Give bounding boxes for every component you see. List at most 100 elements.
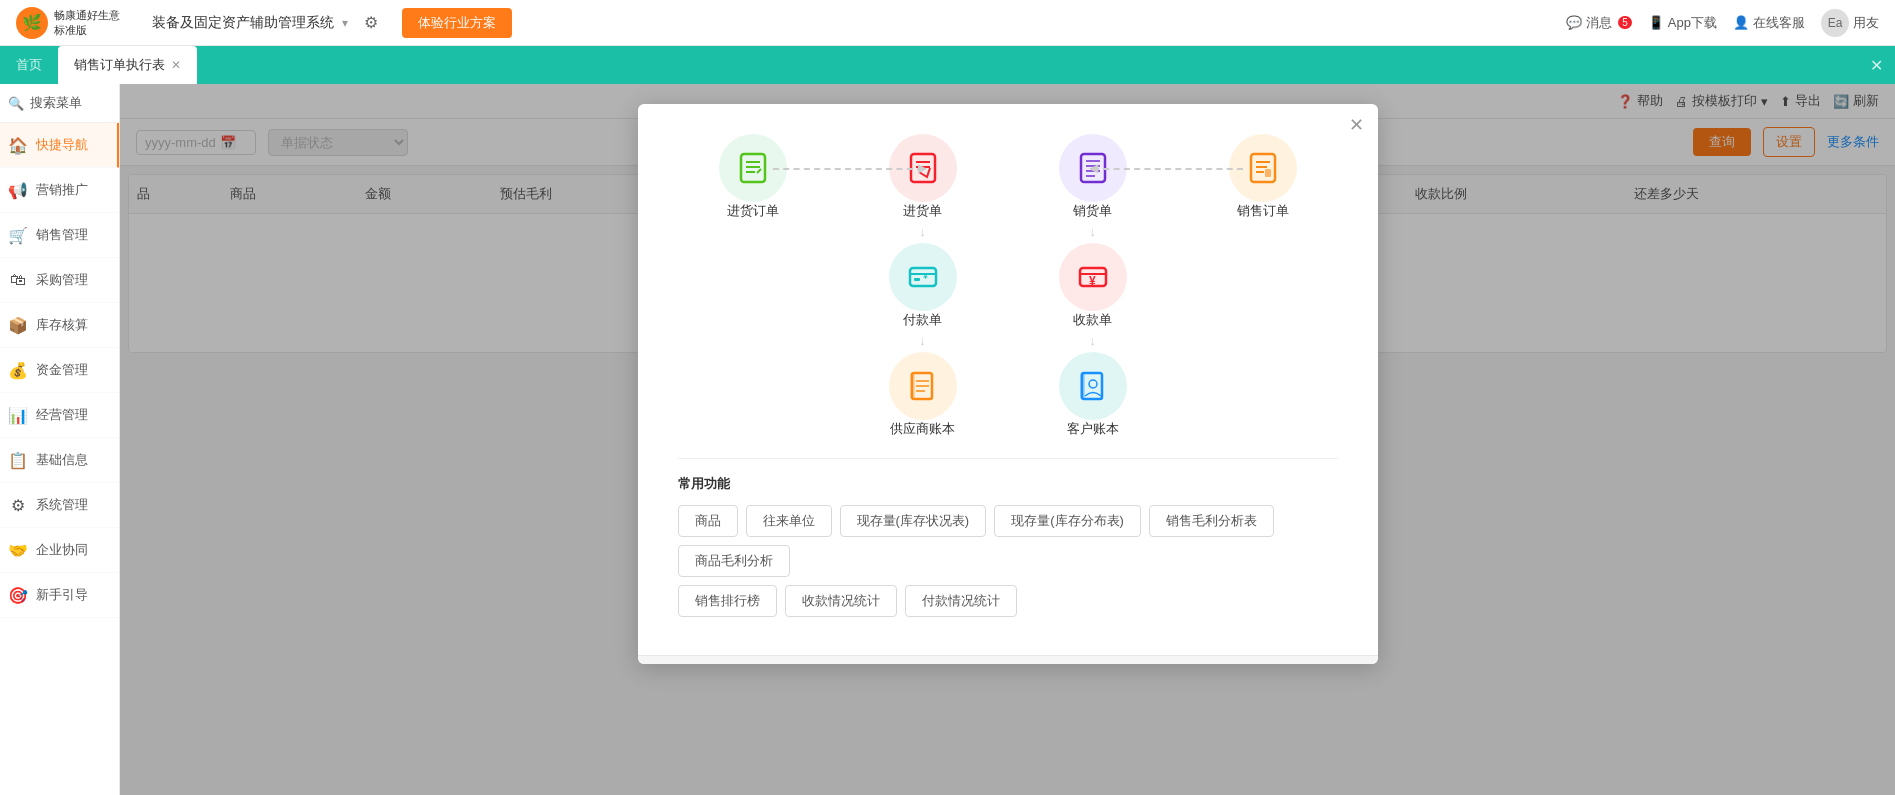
down-arrow-purchase: ↓ — [848, 220, 998, 243]
workflow-node-customer-ledger: 客户账本 — [1018, 352, 1168, 438]
scroll-left-icon[interactable]: ◀ — [658, 662, 666, 664]
tab-sales-order[interactable]: 销售订单执行表 ✕ — [58, 46, 197, 84]
payment-circle[interactable]: ¥ — [889, 243, 957, 311]
receipt-label: 收款单 — [1073, 311, 1112, 329]
home-icon: 🏠 — [8, 135, 28, 155]
func-btn-product-profit[interactable]: 商品毛利分析 — [678, 545, 790, 577]
func-btn-stock-dist[interactable]: 现存量(库存分布表) — [994, 505, 1141, 537]
customer-ledger-circle[interactable] — [1059, 352, 1127, 420]
user-name: 用友 — [1853, 14, 1879, 32]
sidebar-item-basic-info[interactable]: 📋 基础信息 — [0, 438, 119, 483]
scrollbar-thumb[interactable] — [674, 664, 1208, 665]
spacer-row-5 — [678, 329, 828, 352]
sidebar-item-sales[interactable]: 🛒 销售管理 — [0, 213, 119, 258]
app-download-button[interactable]: 📱 App下载 — [1648, 14, 1717, 32]
top-header: 🌿 畅康通好生意 标准版 装备及固定资产辅助管理系统 ▾ ⚙ 体验行业方案 💬 … — [0, 0, 1895, 46]
purchase-order-label: 进货订单 — [727, 202, 779, 220]
sidebar-item-system[interactable]: ⚙ 系统管理 — [0, 483, 119, 528]
chevron-down-icon[interactable]: ▾ — [342, 16, 348, 30]
down-arrow-receipt: ↓ — [1018, 329, 1168, 352]
inventory-icon: 📦 — [8, 315, 28, 335]
system-name: 装备及固定资产辅助管理系统 ▾ ⚙ 体验行业方案 — [152, 8, 1566, 38]
collab-icon: 🤝 — [8, 540, 28, 560]
message-badge: 5 — [1618, 16, 1632, 29]
sales-icon: 🛒 — [8, 225, 28, 245]
system-icon: ⚙ — [8, 495, 28, 515]
sidebar-item-collab[interactable]: 🤝 企业协同 — [0, 528, 119, 573]
workflow-node-purchase-order: 进货订单 — [678, 134, 828, 220]
content-area: ❓ 帮助 🖨 按模板打印 ▾ ⬆ 导出 🔄 刷新 yyyy-mm-dd 📅 — [120, 84, 1895, 795]
svg-rect-16 — [1265, 169, 1271, 177]
modal-scrollbar: ◀ ▶ — [638, 655, 1378, 664]
basic-info-icon: 📋 — [8, 450, 28, 470]
logo-icon: 🌿 — [16, 7, 48, 39]
scrollbar-track[interactable] — [674, 664, 1342, 665]
tab-home[interactable]: 首页 — [0, 46, 58, 84]
func-btn-sales-profit[interactable]: 销售毛利分析表 — [1149, 505, 1274, 537]
modal-overlay: ✕ 进货订单 — [120, 84, 1895, 795]
sidebar-item-home[interactable]: 🏠 快捷导航 — [0, 123, 119, 168]
search-menu-item[interactable]: 🔍 搜索菜单 — [0, 84, 119, 123]
modal-close-button[interactable]: ✕ — [1349, 114, 1364, 136]
trial-button[interactable]: 体验行业方案 — [402, 8, 512, 38]
supplier-ledger-circle[interactable] — [889, 352, 957, 420]
tab-close-icon[interactable]: ✕ — [171, 58, 181, 72]
func-btn-product[interactable]: 商品 — [678, 505, 738, 537]
sidebar-item-inventory[interactable]: 📦 库存核算 — [0, 303, 119, 348]
scroll-right-icon[interactable]: ▶ — [1350, 662, 1358, 664]
spacer-row-4 — [1188, 243, 1338, 329]
online-service-button[interactable]: 👤 在线客服 — [1733, 14, 1805, 32]
logo-text: 畅康通好生意 标准版 — [54, 8, 120, 37]
workflow-node-receipt: ¥ 收款单 — [1018, 243, 1168, 329]
tab-bar: 首页 销售订单执行表 ✕ ✕ — [0, 46, 1895, 84]
sidebar-item-operations[interactable]: 📊 经营管理 — [0, 393, 119, 438]
func-btn-sales-rank[interactable]: 销售排行榜 — [678, 585, 777, 617]
svg-text:¥: ¥ — [922, 271, 929, 281]
common-functions: 常用功能 商品 往来单位 现存量(库存状况表) 现存量(库存分布表) 销售毛利分… — [678, 458, 1338, 617]
down-arrow-payment: ↓ — [848, 329, 998, 352]
workflow-node-payment: ¥ 付款单 — [848, 243, 998, 329]
svg-rect-30 — [1080, 373, 1085, 399]
modal-body: 进货订单 ▶ — [638, 104, 1378, 655]
settings-icon[interactable]: ⚙ — [364, 13, 378, 32]
down-arrow-sales: ↓ — [1018, 220, 1168, 243]
avatar: Ea — [1821, 9, 1849, 37]
sidebar: 🔍 搜索菜单 🏠 快捷导航 📢 营销推广 🛒 销售管理 🛍 采购管理 📦 库存核… — [0, 84, 120, 795]
app-icon: 📱 — [1648, 15, 1664, 30]
sidebar-item-marketing[interactable]: 📢 营销推广 — [0, 168, 119, 213]
sidebar-item-purchase[interactable]: 🛍 采购管理 — [0, 258, 119, 303]
common-functions-title: 常用功能 — [678, 475, 1338, 493]
search-icon: 🔍 — [8, 96, 24, 111]
marketing-icon: 📢 — [8, 180, 28, 200]
spacer-row-2 — [1188, 220, 1338, 243]
svg-rect-25 — [910, 373, 915, 399]
sales-order-label: 销售订单 — [1237, 202, 1289, 220]
workflow-node-supplier-ledger: 供应商账本 — [848, 352, 998, 438]
func-btn-receipt-stats[interactable]: 收款情况统计 — [785, 585, 897, 617]
spacer-row-1 — [678, 220, 828, 243]
customer-ledger-label: 客户账本 — [1067, 420, 1119, 438]
workflow-diagram: 进货订单 ▶ — [678, 134, 1338, 438]
func-buttons-row2: 销售排行榜 收款情况统计 付款情况统计 — [678, 585, 1338, 617]
spacer-row-6 — [1188, 329, 1338, 352]
supplier-ledger-label: 供应商账本 — [890, 420, 955, 438]
purchase-icon: 🛍 — [8, 270, 28, 290]
message-button[interactable]: 💬 消息 5 — [1566, 14, 1632, 32]
close-all-tabs-icon[interactable]: ✕ — [1870, 56, 1883, 75]
func-btn-payment-stats[interactable]: 付款情况统计 — [905, 585, 1017, 617]
svg-point-31 — [1089, 380, 1097, 388]
sidebar-item-guide[interactable]: 🎯 新手引导 — [0, 573, 119, 618]
finance-icon: 💰 — [8, 360, 28, 380]
main-layout: 🔍 搜索菜单 🏠 快捷导航 📢 营销推广 🛒 销售管理 🛍 采购管理 📦 库存核… — [0, 84, 1895, 795]
workflow-node-sales-order: 销售订单 — [1188, 134, 1338, 220]
func-btn-partner[interactable]: 往来单位 — [746, 505, 832, 537]
receipt-circle[interactable]: ¥ — [1059, 243, 1127, 311]
user-area[interactable]: Ea 用友 — [1821, 9, 1879, 37]
message-icon: 💬 — [1566, 15, 1582, 30]
func-btn-stock-status[interactable]: 现存量(库存状况表) — [840, 505, 987, 537]
sales-bill-label: 销货单 — [1073, 202, 1112, 220]
spacer-row-3 — [678, 243, 828, 329]
sidebar-item-finance[interactable]: 💰 资金管理 — [0, 348, 119, 393]
svg-rect-19 — [914, 278, 920, 281]
logo-area: 🌿 畅康通好生意 标准版 — [16, 7, 136, 39]
